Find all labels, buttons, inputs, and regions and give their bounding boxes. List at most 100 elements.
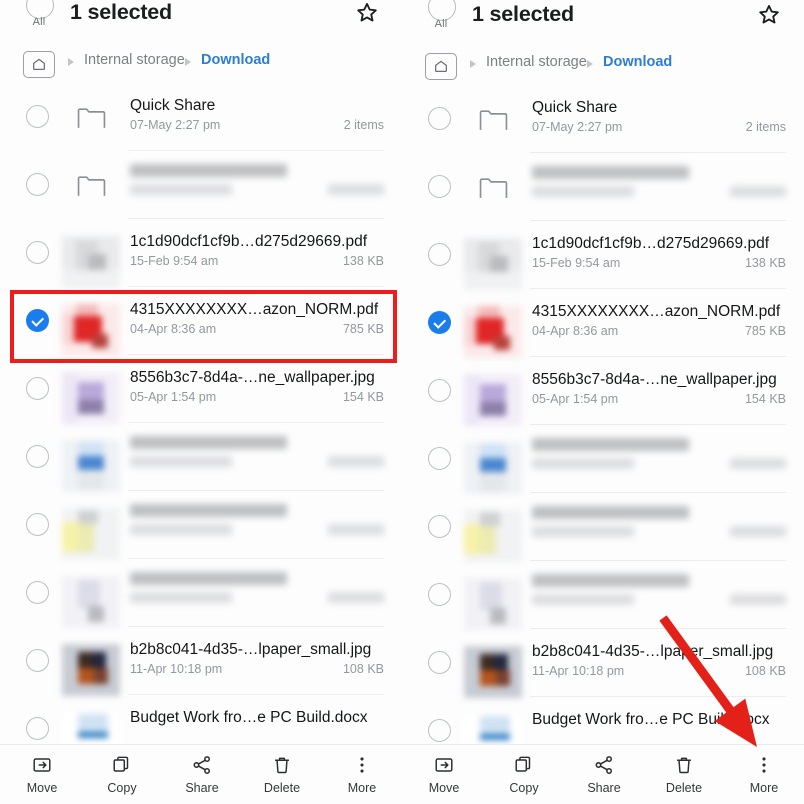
row-checkbox[interactable] [428,447,451,470]
chevron-right-icon-3 [470,60,476,68]
row-divider [128,626,384,627]
row-checkbox[interactable] [26,649,49,672]
row-checkbox[interactable] [428,651,451,674]
row-checkbox[interactable] [428,583,451,606]
file-row[interactable] [402,424,804,494]
breadcrumb-internal-storage[interactable]: Internal storage [84,52,185,68]
row-divider [128,286,384,287]
toolbar-button-share[interactable]: Share [162,752,242,795]
row-divider [128,694,384,695]
file-date: 11-Apr 10:18 pm [130,662,223,676]
breadcrumb-download-2[interactable]: Download [603,54,672,70]
file-name: b2b8c041-4d35-…lpaper_small.jpg [130,641,372,658]
row-checkbox[interactable] [428,719,451,742]
row-checkbox[interactable] [26,445,49,468]
row-checkbox[interactable] [26,581,49,604]
redacted-file-info [532,166,786,208]
file-date: 11-Apr 10:18 pm [532,664,625,678]
row-divider [128,218,384,219]
row-divider [530,492,786,493]
breadcrumb-internal-storage-2[interactable]: Internal storage [486,54,587,70]
toolbar-button-more[interactable]: More [724,752,804,795]
breadcrumb-download[interactable]: Download [201,52,270,68]
home-folder-icon[interactable] [23,51,55,78]
toolbar-button-move[interactable]: Move [2,752,82,795]
redacted-file-info [130,572,384,614]
file-name: 8556b3c7-8d4a-…ne_wallpaper.jpg [532,371,777,388]
row-checkbox[interactable] [26,717,49,740]
redacted-file-info [532,506,786,548]
file-meta: 4315XXXXXXXX…azon_NORM.pdf 04-Apr 8:36 am… [532,301,786,342]
toolbar-button-delete[interactable]: Delete [242,752,322,795]
file-thumbnail [62,644,120,696]
file-row[interactable]: 8556b3c7-8d4a-…ne_wallpaper.jpg 05-Apr 1:… [0,354,402,424]
row-checkbox[interactable] [428,107,451,130]
toolbar-button-copy[interactable]: Copy [82,752,162,795]
file-row[interactable]: 1c1d90dcf1cf9b…d275d29669.pdf 15-Feb 9:54… [0,218,402,288]
row-checkbox[interactable] [26,241,49,264]
trash-icon [242,752,322,778]
file-thumbnail [62,372,120,424]
file-thumbnail [62,236,120,288]
row-divider [530,288,786,289]
redacted-file-info [130,164,384,206]
file-submeta: 04-Apr 8:36 am 785 KB [532,324,786,342]
share-icon [564,752,644,778]
row-checkbox[interactable] [428,243,451,266]
toolbar-label: Delete [665,781,703,795]
left-panel-content: All 1 selected Internal storage Download… [0,0,402,762]
row-checkbox[interactable] [428,175,451,198]
file-size: 108 KB [744,664,786,678]
file-row[interactable]: 4315XXXXXXXX…azon_NORM.pdf 04-Apr 8:36 am… [402,288,804,358]
file-submeta: 15-Feb 9:54 am 138 KB [130,254,384,272]
file-thumbnail [464,238,522,290]
copy-icon [82,752,162,778]
row-checkbox[interactable] [26,173,49,196]
file-row[interactable]: b2b8c041-4d35-…lpaper_small.jpg 11-Apr 10… [402,628,804,698]
star-outline-icon[interactable] [354,0,380,26]
file-row[interactable]: Quick Share 07-May 2:27 pm 2 items [402,84,804,152]
file-row[interactable] [402,492,804,562]
file-thumbnail [464,646,522,698]
folder-icon [77,107,106,130]
file-row[interactable] [0,490,402,560]
file-submeta: 15-Feb 9:54 am 138 KB [532,256,786,274]
row-checkbox-checked[interactable] [428,311,451,334]
file-meta: 8556b3c7-8d4a-…ne_wallpaper.jpg 05-Apr 1:… [532,369,786,410]
toolbar-label: Share [185,781,219,795]
row-checkbox[interactable] [26,377,49,400]
selection-header: All 1 selected [0,0,402,46]
file-row[interactable]: Quick Share 07-May 2:27 pm 2 items [0,82,402,150]
row-checkbox[interactable] [26,513,49,536]
toolbar-button-delete[interactable]: Delete [644,752,724,795]
row-checkbox[interactable] [26,105,49,128]
file-size: 138 KB [342,254,384,268]
file-date: 15-Feb 9:54 am [532,256,621,270]
star-outline-icon-2[interactable] [756,2,782,28]
row-checkbox[interactable] [428,515,451,538]
file-row[interactable] [0,150,402,218]
file-date: 15-Feb 9:54 am [130,254,219,268]
breadcrumb-2: Internal storage Download [402,48,804,84]
toolbar-button-copy[interactable]: Copy [484,752,564,795]
breadcrumb: Internal storage Download [0,46,402,82]
file-row[interactable] [0,558,402,628]
file-row[interactable] [402,560,804,630]
toolbar-button-more[interactable]: More [322,752,402,795]
row-divider [128,422,384,423]
toolbar-button-move[interactable]: Move [404,752,484,795]
file-submeta: 11-Apr 10:18 pm 108 KB [532,664,786,682]
file-name: Quick Share [532,99,618,116]
file-meta: b2b8c041-4d35-…lpaper_small.jpg 11-Apr 10… [130,639,384,680]
toolbar-button-share[interactable]: Share [564,752,644,795]
file-row[interactable]: 8556b3c7-8d4a-…ne_wallpaper.jpg 05-Apr 1:… [402,356,804,426]
row-checkbox[interactable] [428,379,451,402]
file-row[interactable] [0,422,402,492]
file-row[interactable]: 1c1d90dcf1cf9b…d275d29669.pdf 15-Feb 9:54… [402,220,804,290]
file-size: 785 KB [744,324,786,338]
file-row[interactable] [402,152,804,220]
home-folder-icon-2[interactable] [425,53,457,80]
file-name: 1c1d90dcf1cf9b…d275d29669.pdf [532,235,770,252]
file-row[interactable]: b2b8c041-4d35-…lpaper_small.jpg 11-Apr 10… [0,626,402,696]
row-divider [530,628,786,629]
